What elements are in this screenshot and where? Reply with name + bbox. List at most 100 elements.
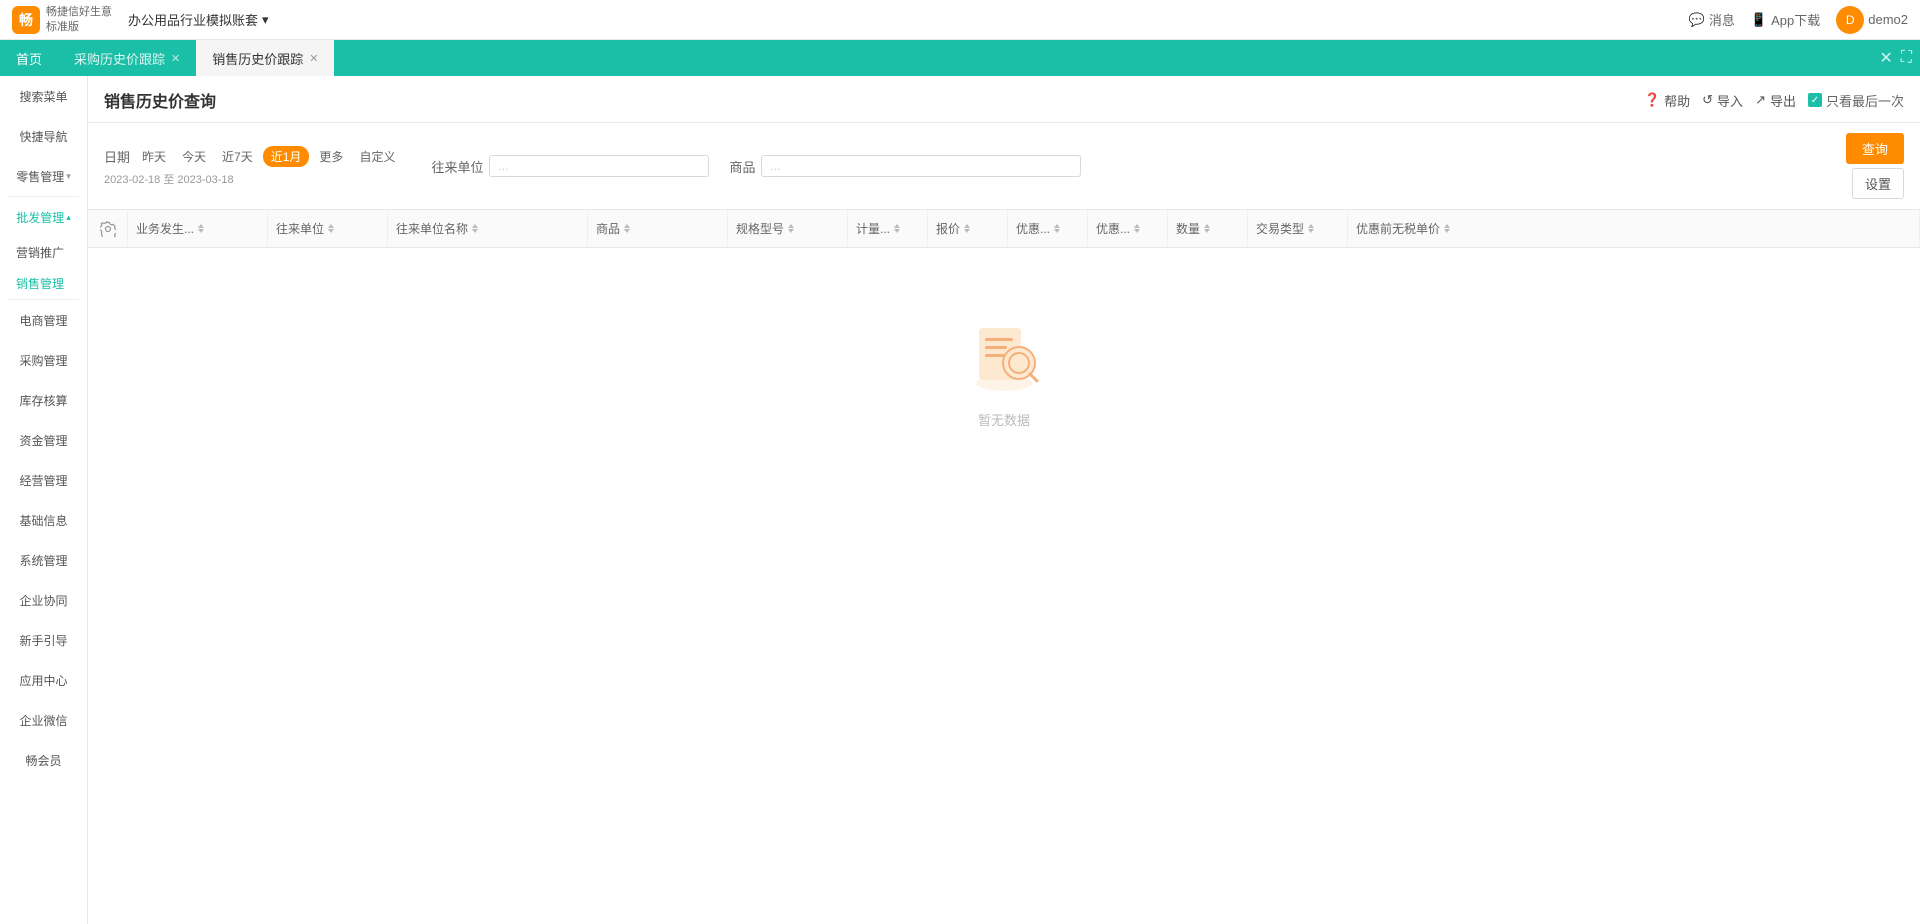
sort-trade-type[interactable] <box>1308 224 1314 233</box>
sort-goods[interactable] <box>624 224 630 233</box>
logo-icon: 畅 <box>12 6 40 34</box>
phone-icon: 📱 <box>1751 12 1767 28</box>
export-btn[interactable]: ↗ 导出 <box>1755 91 1796 110</box>
avatar: D <box>1836 6 1864 34</box>
checkbox-icon: ✓ <box>1808 93 1822 107</box>
th-gear[interactable] <box>88 211 128 247</box>
sidebar-item-purchase[interactable]: 采购管理 <box>0 340 87 380</box>
query-button[interactable]: 查询 <box>1846 133 1904 164</box>
sort-business-date[interactable] <box>198 224 204 233</box>
tab-purchase-close[interactable]: ✕ <box>171 52 180 65</box>
top-bar-left: 畅 畅捷信好生意 标准版 办公用品行业模拟账套 ▾ <box>12 5 269 34</box>
tab-home[interactable]: 首页 <box>0 40 58 76</box>
tab-sales[interactable]: 销售历史价跟踪 ✕ <box>196 40 334 76</box>
sidebar-item-ecommerce[interactable]: 电商管理 <box>0 300 87 340</box>
sidebar-item-wholesale-mgmt[interactable]: 批发管理 ▴ <box>0 197 87 237</box>
sort-quote[interactable] <box>964 224 970 233</box>
date-tab-today[interactable]: 今天 <box>176 146 212 167</box>
help-btn[interactable]: ❓ 帮助 <box>1644 91 1690 110</box>
th-goods[interactable]: 商品 <box>588 210 728 247</box>
main-layout: 搜索菜单 快捷导航 零售管理 ▾ 批发管理 ▴ 营销推广 销售管理 电商管理 采… <box>0 76 1920 924</box>
user-menu[interactable]: D demo2 <box>1836 6 1908 34</box>
sort-quantity[interactable] <box>1204 224 1210 233</box>
sort-tax-price[interactable] <box>1444 224 1450 233</box>
message-btn[interactable]: 💬 消息 <box>1689 10 1735 29</box>
date-label: 日期 <box>104 147 130 166</box>
sidebar-item-retail-mgmt[interactable]: 零售管理 ▾ <box>0 156 87 196</box>
sidebar: 搜索菜单 快捷导航 零售管理 ▾ 批发管理 ▴ 营销推广 销售管理 电商管理 采… <box>0 76 88 924</box>
last-only-checkbox[interactable]: ✓ 只看最后一次 <box>1808 91 1904 110</box>
sort-counterparty-name[interactable] <box>472 224 478 233</box>
date-range: 2023-02-18 至 2023-03-18 <box>104 171 401 187</box>
date-tab-7days[interactable]: 近7天 <box>216 146 259 167</box>
tab-bar-actions: ✕ ⛶ <box>1879 48 1920 68</box>
sidebar-item-corp-wechat[interactable]: 企业微信 <box>0 700 87 740</box>
page-title: 销售历史价查询 <box>104 88 216 112</box>
sidebar-item-newbie[interactable]: 新手引导 <box>0 620 87 660</box>
sidebar-item-capital[interactable]: 资金管理 <box>0 420 87 460</box>
sidebar-item-enterprise[interactable]: 企业协同 <box>0 580 87 620</box>
content-area: 销售历史价查询 ❓ 帮助 ↺ 导入 ↗ 导出 ✓ <box>88 76 1920 924</box>
sidebar-item-basic-info[interactable]: 基础信息 <box>0 500 87 540</box>
tab-purchase[interactable]: 采购历史价跟踪 ✕ <box>58 40 196 76</box>
tab-sales-close[interactable]: ✕ <box>309 52 318 65</box>
empty-state: 暂无数据 <box>88 248 1920 489</box>
date-tabs: 昨天 今天 近7天 近1月 更多 自定义 <box>136 146 401 167</box>
counterparty-input[interactable]: ... <box>489 155 709 177</box>
date-tab-custom[interactable]: 自定义 <box>353 146 401 167</box>
filter-row: 日期 昨天 今天 近7天 近1月 更多 自定义 2023-02-18 至 202… <box>88 123 1920 210</box>
table-header: 业务发生... 往来单位 往来单位名称 商品 规格型号 <box>88 210 1920 248</box>
goods-input[interactable]: ... <box>761 155 1081 177</box>
empty-illustration <box>959 308 1049 398</box>
tab-bar: 首页 采购历史价跟踪 ✕ 销售历史价跟踪 ✕ ✕ ⛶ <box>0 40 1920 76</box>
settings-button[interactable]: 设置 <box>1852 168 1904 199</box>
app-selector[interactable]: 办公用品行业模拟账套 ▾ <box>128 10 269 29</box>
close-window-icon[interactable]: ✕ <box>1879 48 1892 68</box>
sidebar-item-marketing[interactable]: 营销推广 <box>0 237 87 268</box>
th-counterparty-name[interactable]: 往来单位名称 <box>388 210 588 247</box>
top-bar: 畅 畅捷信好生意 标准版 办公用品行业模拟账套 ▾ 💬 消息 📱 App下载 D… <box>0 0 1920 40</box>
th-unit[interactable]: 计量... <box>848 210 928 247</box>
sort-unit[interactable] <box>894 224 900 233</box>
table-container[interactable]: 业务发生... 往来单位 往来单位名称 商品 规格型号 <box>88 210 1920 924</box>
sidebar-item-search-menu[interactable]: 搜索菜单 <box>0 76 87 116</box>
import-btn[interactable]: ↺ 导入 <box>1702 91 1743 110</box>
sidebar-item-inventory[interactable]: 库存核算 <box>0 380 87 420</box>
sidebar-item-operations[interactable]: 经营管理 <box>0 460 87 500</box>
chevron-up-icon: ▴ <box>66 212 71 223</box>
logo-area: 畅 畅捷信好生意 标准版 <box>12 5 112 34</box>
sort-discount1[interactable] <box>1054 224 1060 233</box>
page-actions: ❓ 帮助 ↺ 导入 ↗ 导出 ✓ 只看最后一次 <box>1644 91 1904 110</box>
sort-discount2[interactable] <box>1134 224 1140 233</box>
th-discount2[interactable]: 优惠... <box>1088 210 1168 247</box>
goods-label: 商品 <box>729 157 755 176</box>
export-icon: ↗ <box>1755 92 1766 108</box>
th-discount1[interactable]: 优惠... <box>1008 210 1088 247</box>
date-tab-1month[interactable]: 近1月 <box>263 146 310 167</box>
th-spec[interactable]: 规格型号 <box>728 210 848 247</box>
sort-counterparty[interactable] <box>328 224 334 233</box>
th-trade-type[interactable]: 交易类型 <box>1248 210 1348 247</box>
sidebar-item-sales-mgmt[interactable]: 销售管理 <box>0 268 87 299</box>
th-counterparty[interactable]: 往来单位 <box>268 210 388 247</box>
sidebar-item-app-center[interactable]: 应用中心 <box>0 660 87 700</box>
logo-text: 畅捷信好生意 标准版 <box>46 5 112 34</box>
date-tab-yesterday[interactable]: 昨天 <box>136 146 172 167</box>
sidebar-item-members[interactable]: 畅会员 <box>0 740 87 780</box>
counterparty-filter-group: 往来单位 ... <box>431 155 709 177</box>
th-quantity[interactable]: 数量 <box>1168 210 1248 247</box>
th-business-date[interactable]: 业务发生... <box>128 210 268 247</box>
expand-window-icon[interactable]: ⛶ <box>1901 49 1912 67</box>
date-tab-more[interactable]: 更多 <box>313 146 349 167</box>
goods-filter-group: 商品 ... <box>729 155 1081 177</box>
th-quote[interactable]: 报价 <box>928 210 1008 247</box>
page-title-row: 销售历史价查询 ❓ 帮助 ↺ 导入 ↗ 导出 ✓ <box>104 88 1904 112</box>
sidebar-item-system[interactable]: 系统管理 <box>0 540 87 580</box>
page-header: 销售历史价查询 ❓ 帮助 ↺ 导入 ↗ 导出 ✓ <box>88 76 1920 123</box>
empty-text: 暂无数据 <box>978 410 1030 429</box>
help-icon: ❓ <box>1644 92 1660 108</box>
sort-spec[interactable] <box>788 224 794 233</box>
sidebar-item-quick-nav[interactable]: 快捷导航 <box>0 116 87 156</box>
th-tax-price[interactable]: 优惠前无税单价 <box>1348 210 1920 247</box>
app-download-btn[interactable]: 📱 App下载 <box>1751 10 1820 29</box>
